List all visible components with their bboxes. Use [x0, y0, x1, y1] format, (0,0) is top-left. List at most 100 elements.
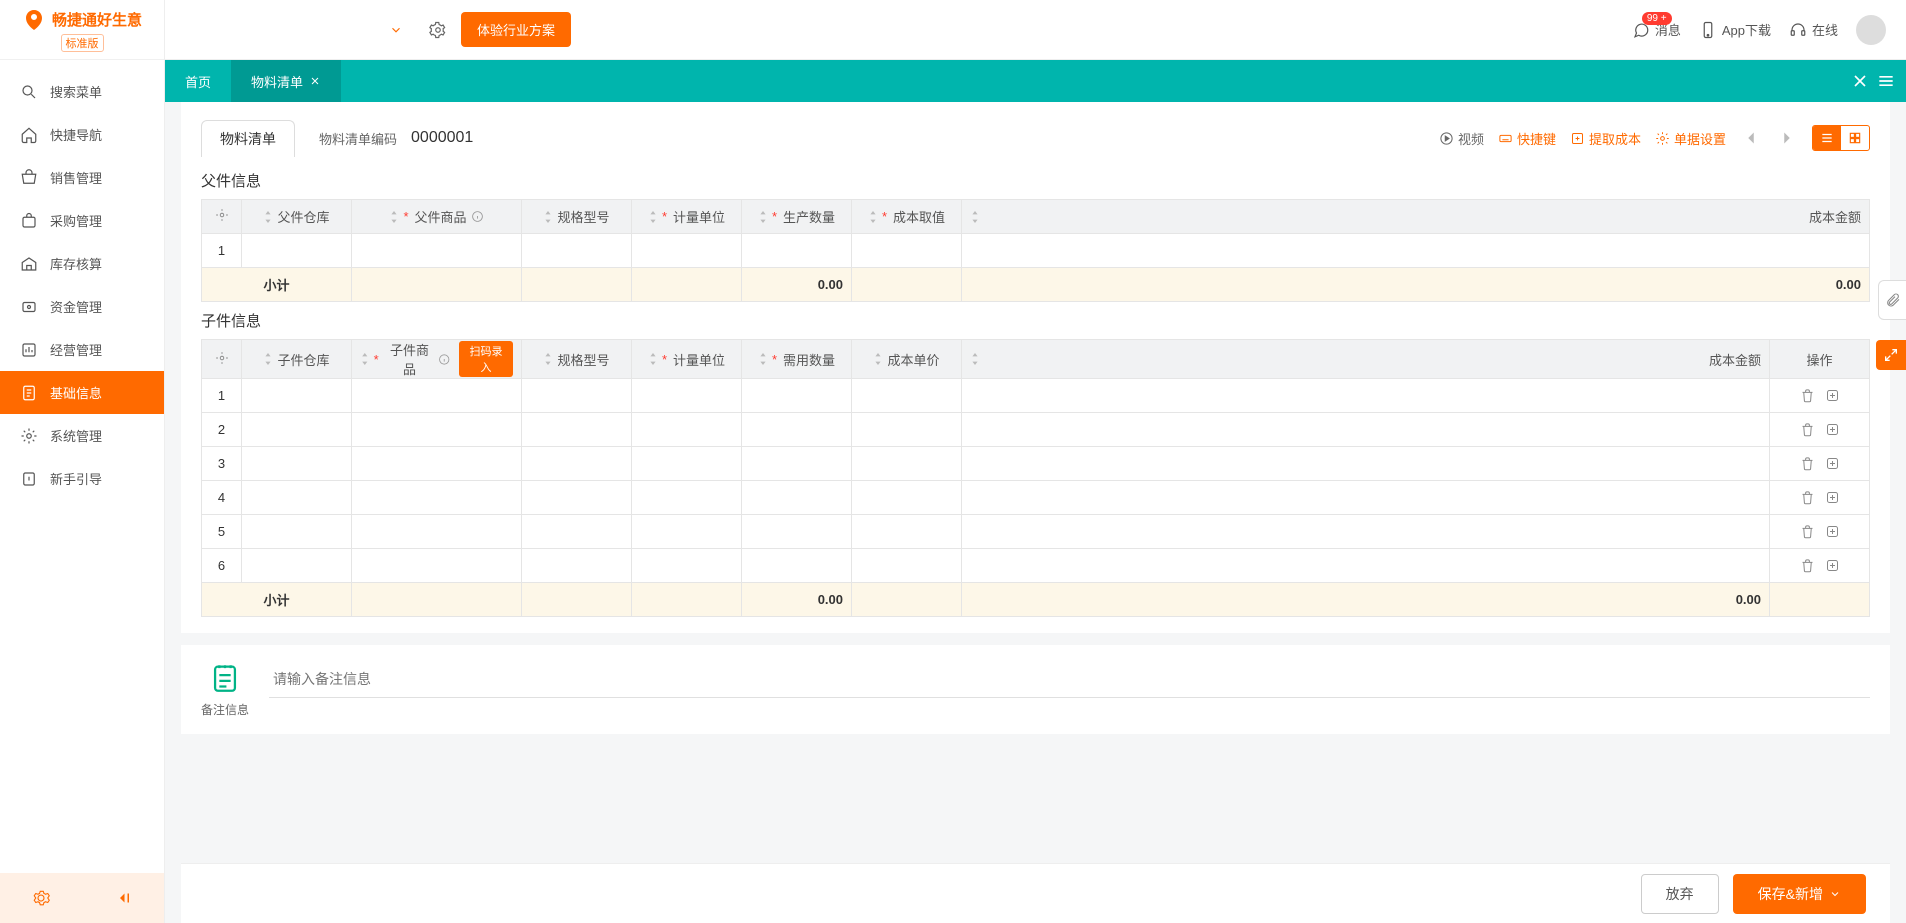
parent-col-unit[interactable]: *计量单位: [632, 200, 742, 234]
child-col-amount[interactable]: 成本金额: [962, 340, 1770, 379]
child-row[interactable]: 4: [202, 481, 1870, 515]
sale-icon: [20, 169, 38, 187]
nav-item-9[interactable]: 新手引导: [0, 457, 164, 500]
support-button[interactable]: 在线: [1789, 20, 1838, 39]
tab-bom[interactable]: 物料清单: [231, 60, 341, 102]
child-col-price[interactable]: 成本单价: [852, 340, 962, 379]
parent-col-costtype[interactable]: *成本取值: [852, 200, 962, 234]
child-col-qty[interactable]: *需用数量: [742, 340, 852, 379]
child-subtotal-row: 小计 0.00 0.00: [202, 583, 1870, 617]
view-list-button[interactable]: [1813, 126, 1841, 150]
nav-item-0[interactable]: 搜索菜单: [0, 70, 164, 113]
doc-code-label: 物料清单编码: [319, 129, 397, 148]
delete-row-icon[interactable]: [1800, 524, 1815, 539]
remark-label: 备注信息: [201, 701, 249, 718]
cart-icon: [20, 212, 38, 230]
delete-row-icon[interactable]: [1800, 490, 1815, 505]
company-selector[interactable]: [185, 16, 415, 43]
child-row[interactable]: 6: [202, 549, 1870, 583]
content: 物料清单 物料清单编码 0000001 视频 快捷键: [165, 102, 1906, 923]
remark-input[interactable]: [269, 661, 1870, 698]
child-col-spec[interactable]: 规格型号: [522, 340, 632, 379]
menu-icon[interactable]: [1876, 71, 1896, 91]
parent-col-warehouse[interactable]: 父件仓库: [242, 200, 352, 234]
add-row-icon[interactable]: [1825, 422, 1840, 437]
messages-button[interactable]: 99 + 消息: [1632, 20, 1681, 39]
child-row[interactable]: 1: [202, 379, 1870, 413]
collapse-icon[interactable]: [114, 889, 132, 907]
home-icon: [20, 126, 38, 144]
close-all-icon[interactable]: [1850, 71, 1870, 91]
child-col-gear[interactable]: [202, 340, 242, 379]
sort-icon: [868, 211, 878, 223]
doc-tab[interactable]: 物料清单: [201, 120, 295, 157]
nav-item-2[interactable]: 销售管理: [0, 156, 164, 199]
nav-item-5[interactable]: 资金管理: [0, 285, 164, 328]
next-record-icon[interactable]: [1776, 127, 1798, 149]
nav-item-7[interactable]: 基础信息: [0, 371, 164, 414]
parent-col-product[interactable]: *父件商品: [352, 200, 522, 234]
nav-item-6[interactable]: 经营管理: [0, 328, 164, 371]
doc-settings-button[interactable]: 单据设置: [1655, 129, 1726, 148]
nav-item-4[interactable]: 库存核算: [0, 242, 164, 285]
tab-home[interactable]: 首页: [165, 60, 231, 102]
fullscreen-button[interactable]: [1876, 340, 1906, 370]
delete-row-icon[interactable]: [1800, 422, 1815, 437]
grid-view-icon: [1848, 131, 1862, 145]
paperclip-icon: [1885, 292, 1901, 308]
view-toggle: [1812, 125, 1870, 151]
cta-button[interactable]: 体验行业方案: [461, 12, 571, 47]
nav-label: 库存核算: [50, 254, 102, 273]
info-icon[interactable]: [438, 353, 450, 366]
main: 体验行业方案 99 + 消息 App下载 在线: [165, 0, 1906, 923]
attachment-button[interactable]: [1878, 280, 1906, 320]
save-button[interactable]: 保存&新增: [1733, 874, 1866, 914]
sort-icon: [263, 353, 273, 365]
close-icon[interactable]: [309, 75, 321, 87]
child-col-product[interactable]: *子件商品扫码录入: [352, 340, 522, 379]
extract-cost-button[interactable]: 提取成本: [1570, 129, 1641, 148]
add-row-icon[interactable]: [1825, 558, 1840, 573]
scan-badge[interactable]: 扫码录入: [459, 341, 513, 377]
parent-col-gear[interactable]: [202, 200, 242, 234]
add-row-icon[interactable]: [1825, 490, 1840, 505]
discard-button[interactable]: 放弃: [1641, 874, 1719, 914]
shortcut-button[interactable]: 快捷键: [1498, 129, 1556, 148]
sidebar: 畅捷通好生意 标准版 搜索菜单快捷导航销售管理采购管理库存核算资金管理经营管理基…: [0, 0, 165, 923]
delete-row-icon[interactable]: [1800, 388, 1815, 403]
view-grid-button[interactable]: [1841, 126, 1869, 150]
extract-icon: [1570, 131, 1585, 146]
info-icon[interactable]: [471, 210, 484, 223]
list-view-icon: [1820, 131, 1834, 145]
child-col-unit[interactable]: *计量单位: [632, 340, 742, 379]
add-row-icon[interactable]: [1825, 524, 1840, 539]
nav-label: 经营管理: [50, 340, 102, 359]
add-row-icon[interactable]: [1825, 388, 1840, 403]
parent-col-qty[interactable]: *生产数量: [742, 200, 852, 234]
sort-icon: [758, 353, 768, 365]
delete-row-icon[interactable]: [1800, 456, 1815, 471]
doc-code: 0000001: [411, 129, 473, 147]
add-row-icon[interactable]: [1825, 456, 1840, 471]
nav-item-3[interactable]: 采购管理: [0, 199, 164, 242]
nav-item-8[interactable]: 系统管理: [0, 414, 164, 457]
chevron-down-icon: [389, 23, 403, 37]
delete-row-icon[interactable]: [1800, 558, 1815, 573]
sort-icon: [263, 211, 273, 223]
video-button[interactable]: 视频: [1439, 129, 1484, 148]
company-settings-icon[interactable]: [429, 21, 447, 39]
app-download-button[interactable]: App下载: [1699, 20, 1771, 39]
sort-icon: [389, 211, 399, 223]
avatar[interactable]: [1856, 15, 1886, 45]
child-row[interactable]: 2: [202, 413, 1870, 447]
parent-col-spec[interactable]: 规格型号: [522, 200, 632, 234]
parent-row[interactable]: 1: [202, 234, 1870, 268]
nav-item-1[interactable]: 快捷导航: [0, 113, 164, 156]
sort-icon: [970, 211, 980, 223]
parent-col-amount[interactable]: 成本金额: [962, 200, 1870, 234]
child-col-warehouse[interactable]: 子件仓库: [242, 340, 352, 379]
child-row[interactable]: 3: [202, 447, 1870, 481]
prev-record-icon[interactable]: [1740, 127, 1762, 149]
settings-icon[interactable]: [32, 889, 50, 907]
child-row[interactable]: 5: [202, 515, 1870, 549]
